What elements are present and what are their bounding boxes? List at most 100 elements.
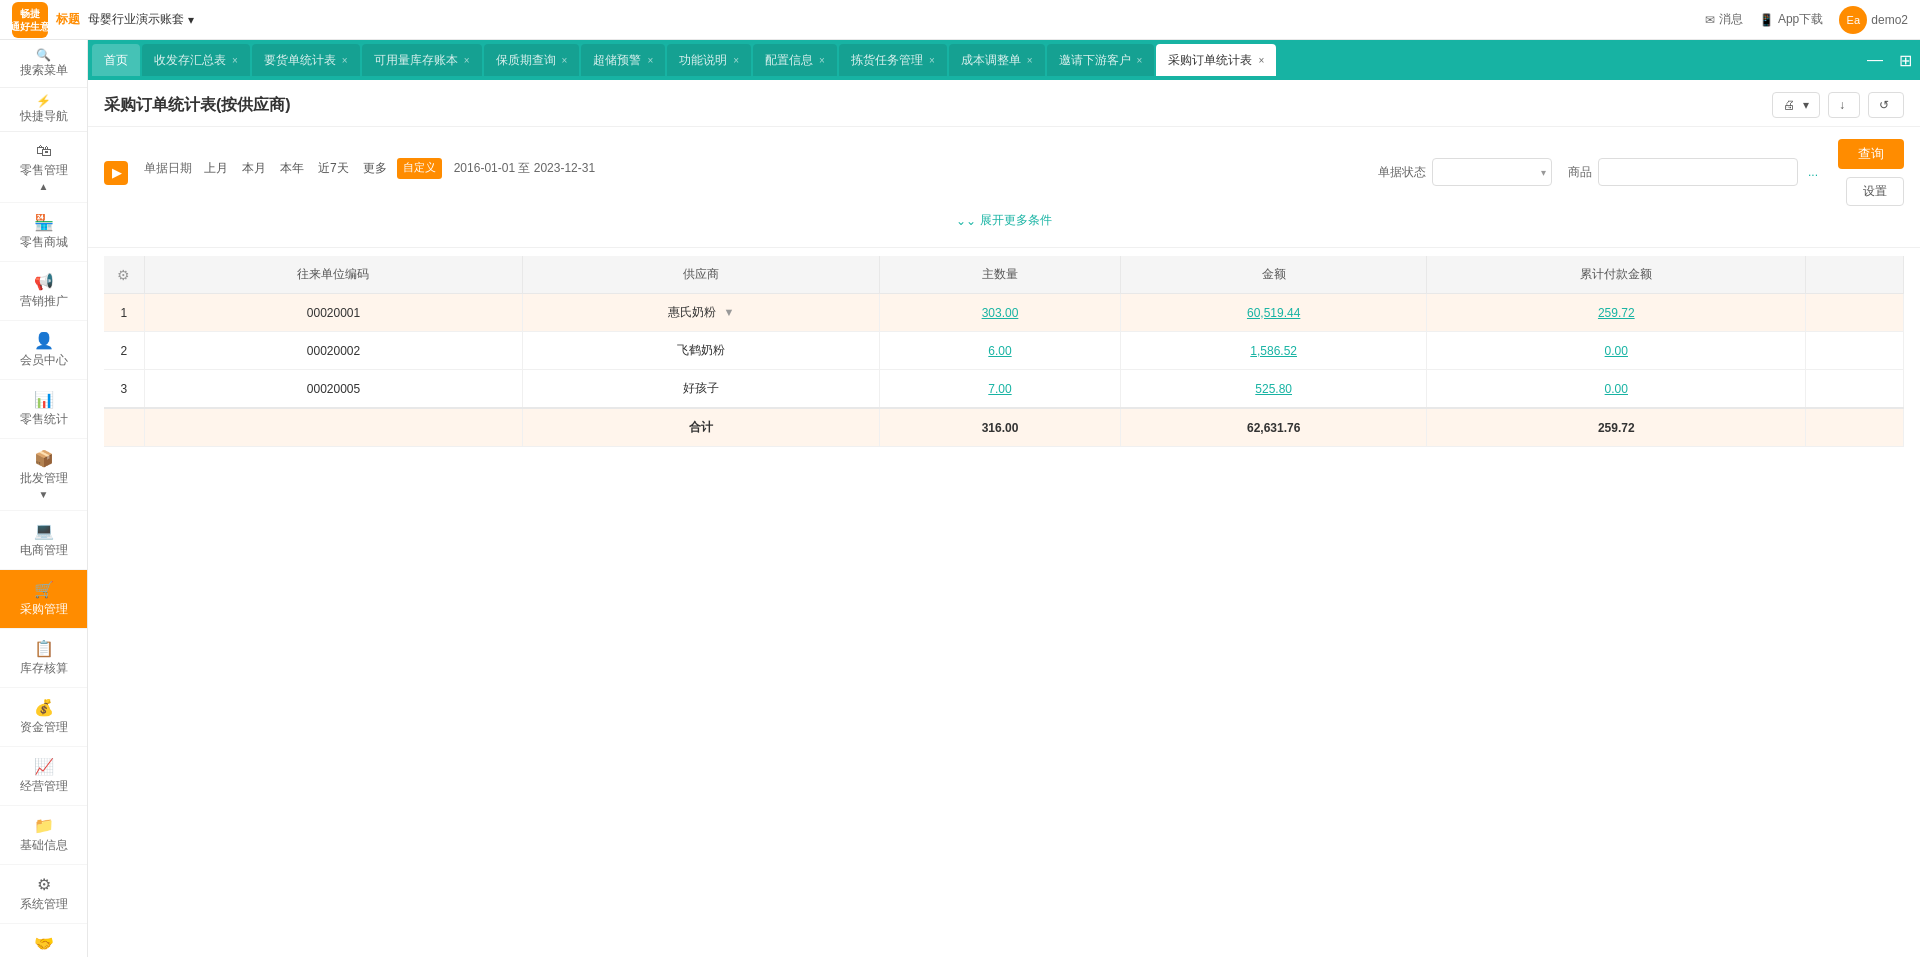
sidebar-item-ecommerce[interactable]: 💻 电商管理	[0, 511, 87, 570]
workspace-selector[interactable]: 母婴行业演示账套 ▾	[88, 11, 194, 28]
search-label: 搜索菜单	[6, 62, 81, 79]
wholesale-icon: 📦	[34, 449, 54, 468]
status-select[interactable]	[1432, 158, 1552, 186]
finance-icon: 💰	[34, 698, 54, 717]
app-download-action[interactable]: 📱 App下载	[1759, 11, 1823, 28]
sidebar-item-finance[interactable]: 💰 资金管理	[0, 688, 87, 747]
search-icon: 🔍	[6, 48, 81, 62]
tab-close-icon[interactable]: ×	[733, 55, 739, 66]
message-icon: ✉	[1705, 13, 1715, 27]
tab-close-icon[interactable]: ×	[929, 55, 935, 66]
table-area: ⚙ 往来单位编码 供应商 主数量 金额 累计付款金额 1	[88, 256, 1920, 463]
row-amount: 1,586.52	[1121, 332, 1427, 370]
tab-close-icon[interactable]: ×	[1027, 55, 1033, 66]
filter-area: ▶ 单据日期 上月 本月 本年 近7天 更多	[88, 127, 1920, 248]
shortcut-7days[interactable]: 近7天	[314, 158, 353, 179]
tab-close-icon[interactable]: ×	[562, 55, 568, 66]
export-button[interactable]: ↓	[1828, 92, 1860, 118]
sidebar-item-retail-store[interactable]: 🏪 零售商城	[0, 203, 87, 262]
row-supplier: 好孩子	[523, 370, 879, 409]
sidebar-item-inventory[interactable]: 📋 库存核算	[0, 629, 87, 688]
tab-func-desc[interactable]: 功能说明 ×	[667, 44, 751, 76]
tab-func-desc-label: 功能说明	[679, 52, 727, 69]
sidebar-item-marketing[interactable]: 📢 营销推广	[0, 262, 87, 321]
tab-invite-downstream[interactable]: 邀请下游客户 ×	[1047, 44, 1155, 76]
retail-store-label: 零售商城	[20, 234, 68, 251]
table-row: 1 00020001 惠氏奶粉 ▼ 303.00 60,519.44 259.7…	[104, 294, 1904, 332]
tab-overstock[interactable]: 超储预警 ×	[581, 44, 665, 76]
tab-home[interactable]: 首页	[92, 44, 140, 76]
query-button[interactable]: 查询	[1838, 139, 1904, 169]
member-icon: 👤	[34, 331, 54, 350]
goods-more-icon[interactable]: ...	[1804, 165, 1822, 179]
tab-purchase-order-stats[interactable]: 采购订单统计表 ×	[1156, 44, 1276, 76]
tab-order-stats[interactable]: 要货单统计表 ×	[252, 44, 360, 76]
username: demo2	[1871, 13, 1908, 27]
sidebar-item-member[interactable]: 👤 会员中心	[0, 321, 87, 380]
tab-available-stock[interactable]: 可用量库存账本 ×	[362, 44, 482, 76]
tab-stock-summary-label: 收发存汇总表	[154, 52, 226, 69]
sidebar-item-purchase[interactable]: 🛒 采购管理	[0, 570, 87, 629]
footer-label: 合计	[523, 408, 879, 447]
table-footer-row: 合计 316.00 62,631.76 259.72	[104, 408, 1904, 447]
tab-expiry[interactable]: 保质期查询 ×	[484, 44, 580, 76]
goods-input[interactable]	[1598, 158, 1798, 186]
shortcut-this-month[interactable]: 本月	[238, 158, 270, 179]
printer-icon: 🖨	[1783, 98, 1795, 112]
print-button[interactable]: 🖨 ▾	[1772, 92, 1820, 118]
shortcut-last-month[interactable]: 上月	[200, 158, 232, 179]
sidebar-item-collab[interactable]: 🤝 企业协同	[0, 924, 87, 957]
sidebar-search[interactable]: 🔍 搜索菜单	[0, 40, 87, 88]
tab-maximize-icon[interactable]: ⊞	[1895, 47, 1916, 74]
purchase-label: 采购管理	[20, 601, 68, 618]
custom-date-badge[interactable]: 自定义	[397, 158, 442, 179]
tab-minimize-icon[interactable]: —	[1863, 47, 1887, 73]
tab-pick-task[interactable]: 拣货任务管理 ×	[839, 44, 947, 76]
tab-cost-adjust[interactable]: 成本调整单 ×	[949, 44, 1045, 76]
sidebar-item-operations[interactable]: 📈 经营管理	[0, 747, 87, 806]
basic-info-label: 基础信息	[20, 837, 68, 854]
refresh-button[interactable]: ↺	[1868, 92, 1904, 118]
row-expand-icon[interactable]: ▼	[723, 306, 734, 318]
th-supplier: 供应商	[523, 256, 879, 294]
sidebar-item-wholesale[interactable]: 📦 批发管理 ▼	[0, 439, 87, 511]
data-table: ⚙ 往来单位编码 供应商 主数量 金额 累计付款金额 1	[104, 256, 1904, 447]
expand-more-icon: ⌄⌄	[956, 214, 976, 228]
th-code: 往来单位编码	[144, 256, 523, 294]
sidebar-item-system[interactable]: ⚙ 系统管理	[0, 865, 87, 924]
row-empty	[1806, 370, 1904, 409]
date-shortcuts: 上月 本月 本年 近7天 更多 自定义	[200, 158, 442, 179]
user-profile[interactable]: Ea demo2	[1839, 6, 1908, 34]
tab-close-active-icon[interactable]: ×	[1258, 55, 1264, 66]
date-range-display: 2016-01-01 至 2023-12-31	[454, 160, 595, 177]
tab-close-icon[interactable]: ×	[232, 55, 238, 66]
row-qty: 6.00	[879, 332, 1120, 370]
print-dropdown-icon: ▾	[1803, 98, 1809, 112]
sidebar-item-retail-stats[interactable]: 📊 零售统计	[0, 380, 87, 439]
shortcut-this-year[interactable]: 本年	[276, 158, 308, 179]
sidebar-quick-nav[interactable]: ⚡ 快捷导航	[0, 88, 87, 132]
row-code: 00020005	[144, 370, 523, 409]
filter-toggle-button[interactable]: ▶	[104, 161, 128, 185]
chevron-right-icon: ▶	[112, 166, 121, 180]
goods-label: 商品	[1568, 164, 1592, 181]
expand-more-button[interactable]: ⌄⌄ 展开更多条件	[104, 206, 1904, 235]
message-action[interactable]: ✉ 消息	[1705, 11, 1743, 28]
tab-close-icon[interactable]: ×	[647, 55, 653, 66]
th-paid: 累计付款金额	[1427, 256, 1806, 294]
th-settings: ⚙	[104, 256, 144, 294]
tab-order-stats-label: 要货单统计表	[264, 52, 336, 69]
tab-config[interactable]: 配置信息 ×	[753, 44, 837, 76]
sidebar-item-retail-mgmt[interactable]: 🛍 零售管理 ▲	[0, 132, 87, 203]
table-settings-icon[interactable]: ⚙	[117, 267, 130, 283]
tab-close-icon[interactable]: ×	[464, 55, 470, 66]
tab-stock-summary[interactable]: 收发存汇总表 ×	[142, 44, 250, 76]
sidebar-item-basic-info[interactable]: 📁 基础信息	[0, 806, 87, 865]
workspace-arrow-icon: ▾	[188, 13, 194, 27]
tab-close-icon[interactable]: ×	[819, 55, 825, 66]
page-header-actions: 🖨 ▾ ↓ ↺	[1772, 92, 1904, 118]
tab-close-icon[interactable]: ×	[1137, 55, 1143, 66]
tab-close-icon[interactable]: ×	[342, 55, 348, 66]
shortcut-more[interactable]: 更多	[359, 158, 391, 179]
settings-button[interactable]: 设置	[1846, 177, 1904, 206]
